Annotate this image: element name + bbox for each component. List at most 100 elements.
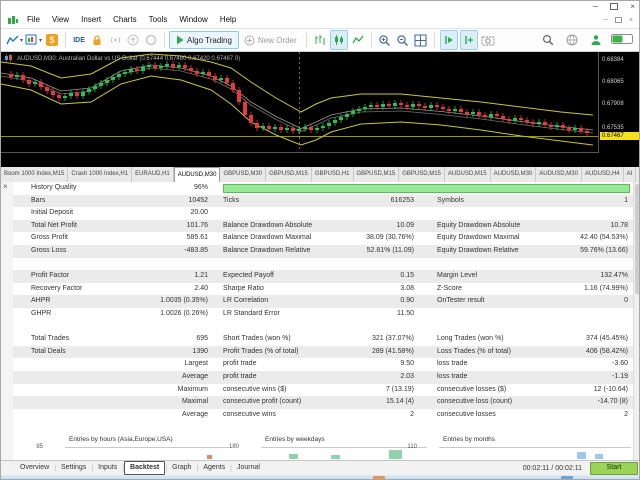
symbol-tab[interactable]: GBPUSD,M15 [399, 167, 445, 182]
entry-histograms: Entries by hours (Asia,Europe,USA) 85 Entr… [13, 434, 633, 460]
lock-icon[interactable] [89, 31, 105, 49]
tester-tab-backtest[interactable]: Backtest [124, 461, 166, 475]
ide-label: IDE [73, 36, 85, 44]
report-value: 10.09 [396, 221, 414, 229]
symbol-tab[interactable]: GBPUSD,H1 [312, 167, 354, 182]
title-bar: ─ × [1, 1, 639, 12]
histogram-bar [389, 450, 402, 459]
menu-item-insert[interactable]: Insert [75, 12, 107, 28]
histogram-bar [289, 454, 298, 459]
grid-icon[interactable] [413, 31, 429, 49]
symbol-tab[interactable]: AUDUSD,M30 [173, 167, 221, 182]
tester-tab-settings[interactable]: Settings [56, 462, 91, 474]
tester-tab-graph[interactable]: Graph [167, 462, 196, 474]
menu-item-window[interactable]: Window [173, 12, 213, 28]
report-value: 10.78 [610, 221, 628, 229]
symbol-tab[interactable]: AUDUSD,M30 [536, 167, 582, 182]
price-scale[interactable]: 0.68384 0.68065 0.67908 0.67535 0.67467 [598, 52, 639, 153]
zoom-in-icon[interactable] [377, 31, 393, 49]
tester-tab-inputs[interactable]: Inputs [93, 462, 122, 474]
report-value: -3.60 [612, 360, 628, 368]
new-order-button[interactable]: New Order [239, 34, 302, 47]
panel-close-icon[interactable]: × [3, 183, 8, 191]
report-label: consecutive losses [437, 410, 496, 418]
ide-button[interactable]: IDE [71, 31, 87, 49]
zoom-out-icon[interactable] [395, 31, 411, 49]
symbol-tab[interactable]: Crash 1000 Index,H1 [68, 167, 133, 182]
community-icon[interactable] [564, 31, 580, 49]
connection-toggle[interactable] [611, 31, 633, 49]
symbol-tab-bar: Boom 1000 Index,M15 Crash 1000 Index,H1 EU… [1, 167, 639, 183]
maximize-icon[interactable] [610, 3, 619, 10]
minimize-icon[interactable]: ─ [593, 2, 599, 11]
report-value: 20.00 [190, 209, 208, 217]
symbol-tab[interactable]: GBPUSD,M15 [354, 167, 400, 182]
close-icon[interactable]: × [630, 2, 635, 11]
start-button[interactable]: Start [590, 461, 638, 475]
report-label: consecutive losses ($) [437, 385, 507, 393]
report-label: Z-Score [437, 284, 462, 292]
histogram-bar [595, 454, 603, 459]
doc-minimize-icon[interactable]: ─ [603, 17, 608, 24]
menu-item-file[interactable]: File [21, 12, 46, 28]
broadcast-icon[interactable] [107, 31, 123, 49]
algo-trading-button[interactable]: Algo Trading [169, 31, 239, 49]
scrollbar-thumb[interactable] [635, 184, 639, 294]
report-label: OnTester result [437, 297, 485, 305]
symbol-tab[interactable]: EURAUD,H1 [132, 167, 174, 182]
report-value: 406 (58.42%) [585, 347, 628, 355]
report-scrollbar[interactable] [633, 182, 639, 460]
dollar-icon[interactable]: $ [44, 31, 60, 49]
menu-item-charts[interactable]: Charts [107, 12, 143, 28]
report-label: Balance Drawdown Relative [223, 247, 311, 254]
symbol-tab[interactable]: AI [624, 167, 637, 182]
price-label: 0.67535 [602, 125, 624, 131]
symbol-tab[interactable]: GBPUSD,M30 [220, 167, 267, 182]
report-label: Balance Drawdown Absolute [223, 221, 313, 229]
symbol-tab[interactable]: Boom 1000 Index,M15 [1, 167, 69, 182]
doc-close-icon[interactable]: × [629, 17, 633, 24]
doc-restore-icon[interactable] [614, 17, 622, 23]
symbol-tab[interactable]: AUDUSD,M15 [445, 167, 491, 182]
report-value: 2.03 [400, 373, 414, 380]
step-add-icon[interactable] [459, 30, 478, 50]
upload-icon[interactable] [125, 31, 141, 49]
user-online-icon[interactable] [588, 31, 604, 49]
tester-tab-overview[interactable]: Overview [15, 462, 54, 474]
report-value: 2 [624, 410, 628, 418]
histogram-axis-value: 85 [36, 444, 43, 450]
report-value: -1.19 [612, 373, 628, 380]
ring-icon[interactable] [143, 31, 159, 49]
symbol-tab[interactable]: GBPUSD,M15 [266, 167, 312, 182]
report-value: 1.0035 (0.35%) [160, 297, 208, 305]
candle-chart-icon[interactable] [329, 30, 348, 50]
camera-icon[interactable] [480, 31, 496, 49]
tester-tab-agents[interactable]: Agents [198, 462, 230, 474]
symbol-tab[interactable]: AUDUSD,H4 [582, 167, 624, 182]
report-row: Total Net Profit 101.76 Balance Drawdown A… [13, 219, 633, 233]
symbol-tab[interactable]: AUDUSD,M30 [491, 167, 537, 182]
search-icon[interactable] [540, 31, 556, 49]
taskbar-sliver [1, 475, 639, 479]
report-label: Gross Loss [31, 247, 67, 254]
new-order-label: New Order [257, 35, 297, 45]
backtest-report: History Quality 96% Bars 10452 Ticks 616253 Sy… [13, 182, 633, 434]
metatrader-window: ─ × File View Insert Charts Tools Window Help … [0, 0, 640, 480]
report-label: AHPR [31, 297, 51, 305]
tester-tab-bar: Overview|Settings|Inputs|Backtest|Graph|… [1, 460, 639, 475]
tester-tab-journal[interactable]: Journal [232, 462, 265, 474]
line-chart-icon[interactable] [350, 31, 366, 49]
report-value: 7 (13.19) [385, 385, 414, 393]
histogram-axis-value: 110 [407, 444, 417, 450]
report-label: Balance Drawdown Maximal [223, 234, 312, 242]
report-value: -483.85 [184, 247, 208, 254]
chart-window-icon[interactable]: ▾ [25, 31, 42, 49]
report-label: Equity Drawdown Relative [437, 247, 519, 254]
menu-item-view[interactable]: View [46, 12, 75, 28]
chart-type-icon[interactable]: ▾ [6, 31, 23, 49]
tick-chart-icon[interactable] [312, 31, 328, 49]
menu-item-help[interactable]: Help [214, 12, 242, 28]
menu-item-tools[interactable]: Tools [143, 12, 174, 28]
report-label: Symbols [437, 196, 464, 204]
step-forward-icon[interactable] [439, 30, 458, 50]
